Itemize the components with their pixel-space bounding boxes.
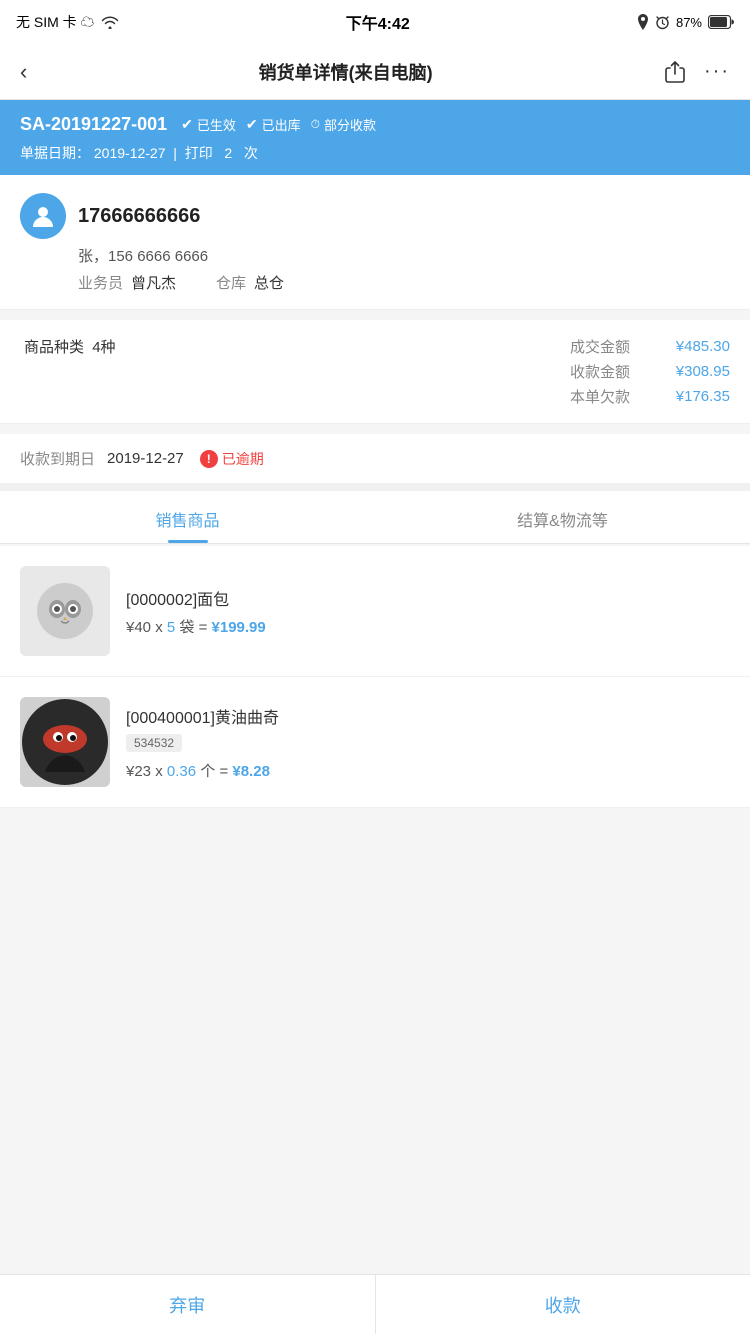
warehouse-meta: 仓库 总仓	[216, 272, 284, 293]
sales-name: 曾凡杰	[131, 272, 176, 293]
share-icon[interactable]	[664, 61, 686, 83]
product-image-2	[20, 697, 110, 787]
overdue-badge: ! 已逾期	[200, 449, 264, 469]
status-right: 87%	[637, 14, 734, 30]
page-title: 销货单详情(来自电脑)	[259, 59, 433, 85]
customer-name-phone: 张，156 6666 6666	[20, 245, 730, 266]
sim-label: 无 SIM 卡 ☁	[16, 12, 95, 32]
collected-label: 收款金额	[570, 361, 630, 382]
order-id: SA-20191227-001	[20, 114, 167, 135]
due-label: 收款到期日	[20, 448, 95, 469]
product-price-2: ¥23 x 0.36 个 = ¥8.28	[126, 760, 730, 781]
category-stat: 商品种类 4种	[20, 336, 116, 357]
amount-stats: 成交金额 ¥485.30 收款金额 ¥308.95 本单欠款 ¥176.35	[570, 336, 730, 407]
customer-section: 17666666666 张，156 6666 6666 业务员 曾凡杰 仓库 总…	[0, 175, 750, 310]
clock-icon: ⏱	[311, 117, 320, 132]
location-icon	[637, 14, 649, 30]
product-info-2: [000400001]黄油曲奇 534532 ¥23 x 0.36 个 = ¥8…	[126, 704, 730, 781]
status-tags: ✔ 已生效 ✔ 已出库 ⏱ 部分收款	[181, 115, 376, 134]
deal-value: ¥485.30	[650, 338, 730, 355]
tabs-bar: 销售商品 结算&物流等	[0, 491, 750, 544]
product-info-1: [0000002]面包 ¥40 x 5 袋 = ¥199.99	[126, 586, 730, 637]
product-thumbnail-1	[20, 566, 110, 656]
list-item: [0000002]面包 ¥40 x 5 袋 = ¥199.99	[0, 546, 750, 677]
product-thumbnail-2	[20, 697, 110, 787]
person-icon	[29, 202, 57, 230]
warehouse-name: 总仓	[254, 272, 284, 293]
product-total-2: ¥8.28	[232, 763, 270, 780]
check-icon-2: ✔	[246, 116, 258, 133]
product-name-1: [0000002]面包	[126, 586, 730, 610]
nav-actions: ···	[664, 60, 730, 83]
product-list: [0000002]面包 ¥40 x 5 袋 = ¥199.99	[0, 546, 750, 808]
due-date: 2019-12-27	[107, 450, 184, 467]
overdue-icon: !	[200, 450, 218, 468]
wifi-icon	[101, 15, 119, 29]
status-time: 下午4:42	[346, 10, 410, 34]
status-shipped: ✔ 已出库	[246, 115, 301, 134]
product-tag-2: 534532	[126, 734, 182, 752]
owl-icon	[35, 581, 95, 641]
order-row: SA-20191227-001 ✔ 已生效 ✔ 已出库 ⏱ 部分收款	[20, 114, 730, 135]
header-banner: SA-20191227-001 ✔ 已生效 ✔ 已出库 ⏱ 部分收款 单据日期：…	[0, 100, 750, 175]
debt-value: ¥176.35	[650, 388, 730, 405]
status-left: 无 SIM 卡 ☁	[16, 12, 119, 32]
collected-row: 收款金额 ¥308.95	[570, 361, 730, 382]
sales-label: 业务员	[78, 272, 123, 293]
more-button[interactable]: ···	[704, 60, 730, 83]
product-price-1: ¥40 x 5 袋 = ¥199.99	[126, 616, 730, 637]
header-date: 单据日期： 2019-12-27 | 打印 2 次	[20, 143, 730, 163]
bottom-bar: 弃审 收款	[0, 1274, 750, 1334]
product-total-1: ¥199.99	[212, 619, 266, 636]
avatar	[20, 193, 66, 239]
customer-phone: 17666666666	[78, 205, 200, 228]
tab-billing[interactable]: 结算&物流等	[375, 491, 750, 543]
overdue-text: 已逾期	[222, 449, 264, 469]
tab-sales[interactable]: 销售商品	[0, 491, 375, 543]
product-qty-1: 5	[167, 619, 175, 636]
customer-main-row: 17666666666	[20, 193, 730, 239]
cancel-button[interactable]: 弃审	[0, 1275, 375, 1334]
status-bar: 无 SIM 卡 ☁ 下午4:42 87%	[0, 0, 750, 44]
deal-row: 成交金额 ¥485.30	[570, 336, 730, 357]
back-button[interactable]: ‹	[20, 59, 27, 85]
nav-bar: ‹ 销货单详情(来自电脑) ···	[0, 44, 750, 100]
product-qty-2: 0.36	[167, 763, 196, 780]
debt-row: 本单欠款 ¥176.35	[570, 386, 730, 407]
debt-label: 本单欠款	[570, 386, 630, 407]
list-item: [000400001]黄油曲奇 534532 ¥23 x 0.36 个 = ¥8…	[0, 677, 750, 808]
collected-value: ¥308.95	[650, 363, 730, 380]
alarm-icon	[655, 14, 670, 30]
battery-icon	[708, 15, 734, 29]
warehouse-label: 仓库	[216, 272, 246, 293]
status-partial-payment: ⏱ 部分收款	[311, 115, 376, 134]
sales-meta: 业务员 曾凡杰	[78, 272, 176, 293]
customer-meta: 业务员 曾凡杰 仓库 总仓	[20, 272, 730, 293]
battery-label: 87%	[676, 15, 702, 30]
confirm-button[interactable]: 收款	[376, 1275, 750, 1334]
status-effected: ✔ 已生效	[181, 115, 236, 134]
product-name-2: [000400001]黄油曲奇	[126, 704, 730, 728]
due-section: 收款到期日 2019-12-27 ! 已逾期	[0, 434, 750, 491]
stats-section: 商品种类 4种 成交金额 ¥485.30 收款金额 ¥308.95 本单欠款 ¥…	[0, 320, 750, 424]
deal-label: 成交金额	[570, 336, 630, 357]
check-icon-1: ✔	[181, 116, 193, 133]
